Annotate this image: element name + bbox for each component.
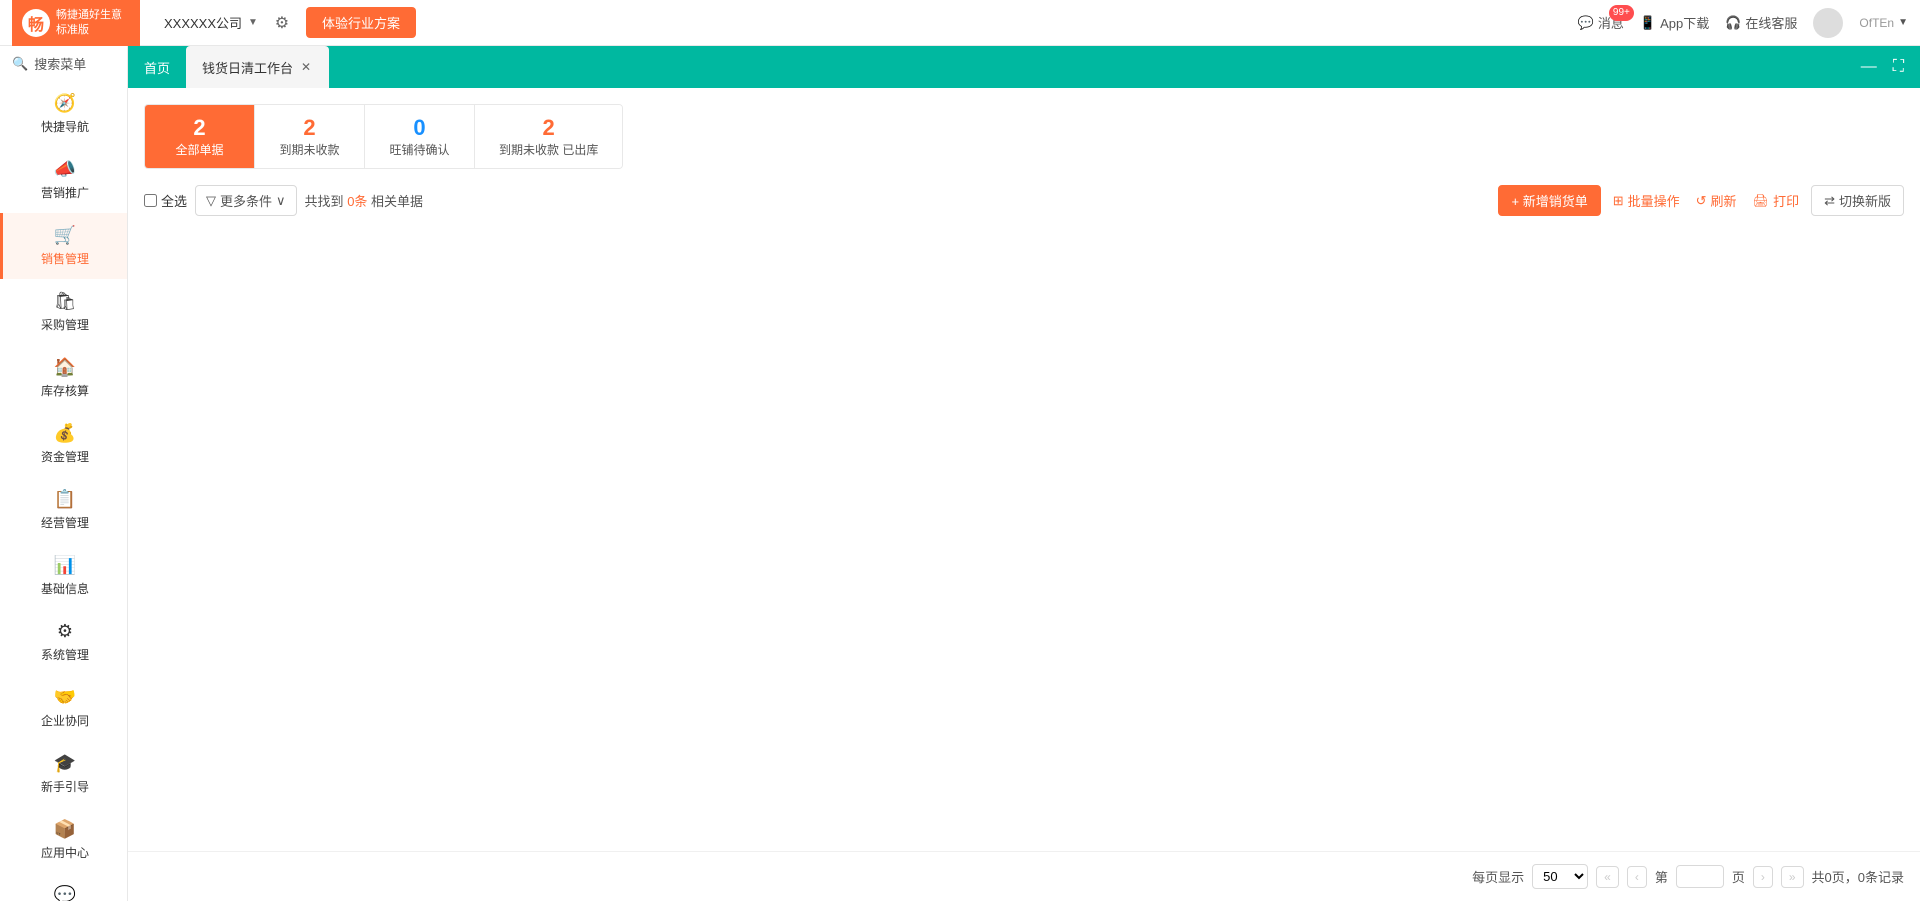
tab-maximize-btn[interactable]: ⛶ <box>1889 54 1908 80</box>
page-suffix: 页 <box>1732 867 1745 886</box>
sidebar-item-beginner[interactable]: 🎓 新手引导 <box>0 741 127 807</box>
sidebar-item-sales[interactable]: 🛒 销售管理 <box>0 213 127 279</box>
sales-icon: 🛒 <box>54 225 76 246</box>
next-page-btn[interactable]: › <box>1753 866 1773 888</box>
quick-nav-icon: 🧭 <box>54 93 76 114</box>
sidebar-item-marketing[interactable]: 📣 营销推广 <box>0 147 127 213</box>
tab-cashflow[interactable]: 钱货日清工作台 ✕ <box>186 46 329 88</box>
pagination-bar: 每页显示 50 100 200 « ‹ 第 1 页 › » 共0页，0条记录 <box>128 851 1920 901</box>
user-name[interactable]: OfTEn ▼ <box>1859 16 1908 30</box>
message-btn[interactable]: 💬 99+ 消息 <box>1578 13 1624 32</box>
online-service-btn[interactable]: 🎧 在线客服 <box>1725 13 1797 32</box>
chevron-down-icon: ∨ <box>276 193 286 209</box>
sidebar-item-inventory[interactable]: 🏠 库存核算 <box>0 345 127 411</box>
purchase-icon: 🛍 <box>54 291 77 312</box>
enterprise-icon: 🤝 <box>54 687 76 708</box>
sidebar-search[interactable]: 🔍 搜索菜单 <box>0 46 127 81</box>
prev-page-btn[interactable]: ‹ <box>1627 866 1647 888</box>
main-area: 首页 钱货日清工作台 ✕ — ⛶ 2 全部单据 <box>128 46 1920 901</box>
last-page-btn[interactable]: » <box>1781 866 1804 888</box>
operations-icon: 📋 <box>54 489 76 510</box>
logo-icon: 畅 <box>22 9 50 37</box>
stat-tab-all[interactable]: 2 全部单据 <box>145 105 255 168</box>
print-btn[interactable]: 🖨 打印 <box>1749 186 1804 215</box>
message-icon: 💬 <box>1578 15 1594 31</box>
sidebar-item-operations[interactable]: 📋 经营管理 <box>0 477 127 543</box>
tab-minimize-btn[interactable]: — <box>1857 54 1881 80</box>
sidebar-item-finance[interactable]: 💰 资金管理 <box>0 411 127 477</box>
app-download-btn[interactable]: 📱 App下载 <box>1640 13 1709 32</box>
sidebar-item-app-center[interactable]: 📦 应用中心 <box>0 807 127 873</box>
stat-tab-overdue[interactable]: 2 到期未收款 <box>255 105 365 168</box>
weixin-icon: 💬 <box>54 885 76 901</box>
app-layout: 🔍 搜索菜单 🧭 快捷导航 📣 营销推广 🛒 销售管理 🛍 采购管理 🏠 库存核… <box>0 46 1920 901</box>
message-badge: 99+ <box>1609 5 1634 21</box>
company-name: XXXXXX公司 <box>164 13 242 32</box>
download-icon: 📱 <box>1640 15 1656 31</box>
print-icon: 🖨 <box>1753 193 1770 209</box>
content-inner: 2 全部单据 2 到期未收款 0 旺铺待确认 2 到期未收款 已出库 <box>128 88 1920 851</box>
toolbar: 全选 ▽ 更多条件 ∨ 共找到 0条 相关单据 + 新增销货单 ⊞ <box>144 185 1904 216</box>
switch-version-btn[interactable]: ⇄ 切换新版 <box>1811 185 1904 216</box>
tab-close-icon[interactable]: ✕ <box>299 58 313 76</box>
batch-operation-btn[interactable]: ⊞ 批量操作 <box>1609 186 1684 215</box>
found-text: 共找到 0条 相关单据 <box>305 191 424 210</box>
refresh-icon: ↺ <box>1696 193 1707 209</box>
app-center-icon: 📦 <box>54 819 76 840</box>
chevron-down-icon: ▼ <box>248 17 258 28</box>
total-info: 共0页，0条记录 <box>1812 867 1904 886</box>
sidebar: 🔍 搜索菜单 🧭 快捷导航 📣 营销推广 🛒 销售管理 🛍 采购管理 🏠 库存核… <box>0 46 128 901</box>
tab-bar: 首页 钱货日清工作台 ✕ — ⛶ <box>128 46 1920 88</box>
batch-icon: ⊞ <box>1613 193 1624 209</box>
filter-icon: ▽ <box>206 193 216 209</box>
top-header: 畅 畅捷通好生意 标准版 XXXXXX公司 ▼ ⚙ 体验行业方案 💬 99+ 消… <box>0 0 1920 46</box>
first-page-btn[interactable]: « <box>1596 866 1619 888</box>
sidebar-item-basic-info[interactable]: 📊 基础信息 <box>0 543 127 609</box>
page-prefix: 第 <box>1655 867 1668 886</box>
settings-icon-btn[interactable]: ⚙ <box>266 7 298 39</box>
marketing-icon: 📣 <box>54 159 76 180</box>
finance-icon: 💰 <box>54 423 76 444</box>
select-all-input[interactable] <box>144 194 157 207</box>
stat-tab-overdue-shipped[interactable]: 2 到期未收款 已出库 <box>475 105 622 168</box>
filter-btn[interactable]: ▽ 更多条件 ∨ <box>195 185 297 216</box>
headset-icon: 🎧 <box>1725 15 1741 31</box>
stat-tab-pending[interactable]: 0 旺铺待确认 <box>365 105 475 168</box>
beginner-icon: 🎓 <box>54 753 76 774</box>
refresh-btn[interactable]: ↺ 刷新 <box>1692 186 1741 215</box>
tab-bar-actions: — ⛶ <box>1857 54 1920 80</box>
page-content: 2 全部单据 2 到期未收款 0 旺铺待确认 2 到期未收款 已出库 <box>128 88 1920 901</box>
tab-home[interactable]: 首页 <box>128 46 186 88</box>
sidebar-item-system[interactable]: ⚙ 系统管理 <box>0 609 127 675</box>
add-sales-order-btn[interactable]: + 新增销货单 <box>1498 185 1600 216</box>
trial-btn[interactable]: 体验行业方案 <box>306 7 416 38</box>
inventory-icon: 🏠 <box>54 357 76 378</box>
basic-info-icon: 📊 <box>54 555 76 576</box>
switch-icon: ⇄ <box>1824 193 1835 209</box>
sidebar-item-quick-nav[interactable]: 🧭 快捷导航 <box>0 81 127 147</box>
avatar[interactable] <box>1813 8 1843 38</box>
sidebar-item-weixin[interactable]: 💬 企业微信 <box>0 873 127 901</box>
per-page-select[interactable]: 50 100 200 <box>1532 864 1588 889</box>
stats-tabs: 2 全部单据 2 到期未收款 0 旺铺待确认 2 到期未收款 已出库 <box>144 104 623 169</box>
select-all-checkbox[interactable]: 全选 <box>144 191 187 210</box>
toolbar-right: + 新增销货单 ⊞ 批量操作 ↺ 刷新 🖨 打印 <box>1498 185 1904 216</box>
per-page-label: 每页显示 <box>1472 867 1524 886</box>
page-input[interactable]: 1 <box>1676 865 1724 888</box>
company-selector[interactable]: XXXXXX公司 ▼ <box>156 9 266 36</box>
empty-table-area <box>144 228 1904 835</box>
sidebar-item-purchase[interactable]: 🛍 采购管理 <box>0 279 127 345</box>
search-icon: 🔍 <box>12 56 28 72</box>
system-icon: ⚙ <box>57 621 73 642</box>
sidebar-item-enterprise[interactable]: 🤝 企业协同 <box>0 675 127 741</box>
user-chevron-icon: ▼ <box>1898 17 1908 28</box>
header-right: 💬 99+ 消息 📱 App下载 🎧 在线客服 OfTEn ▼ <box>1578 8 1908 38</box>
logo-area: 畅 畅捷通好生意 标准版 <box>12 0 140 46</box>
logo-text: 畅捷通好生意 标准版 <box>56 8 122 37</box>
